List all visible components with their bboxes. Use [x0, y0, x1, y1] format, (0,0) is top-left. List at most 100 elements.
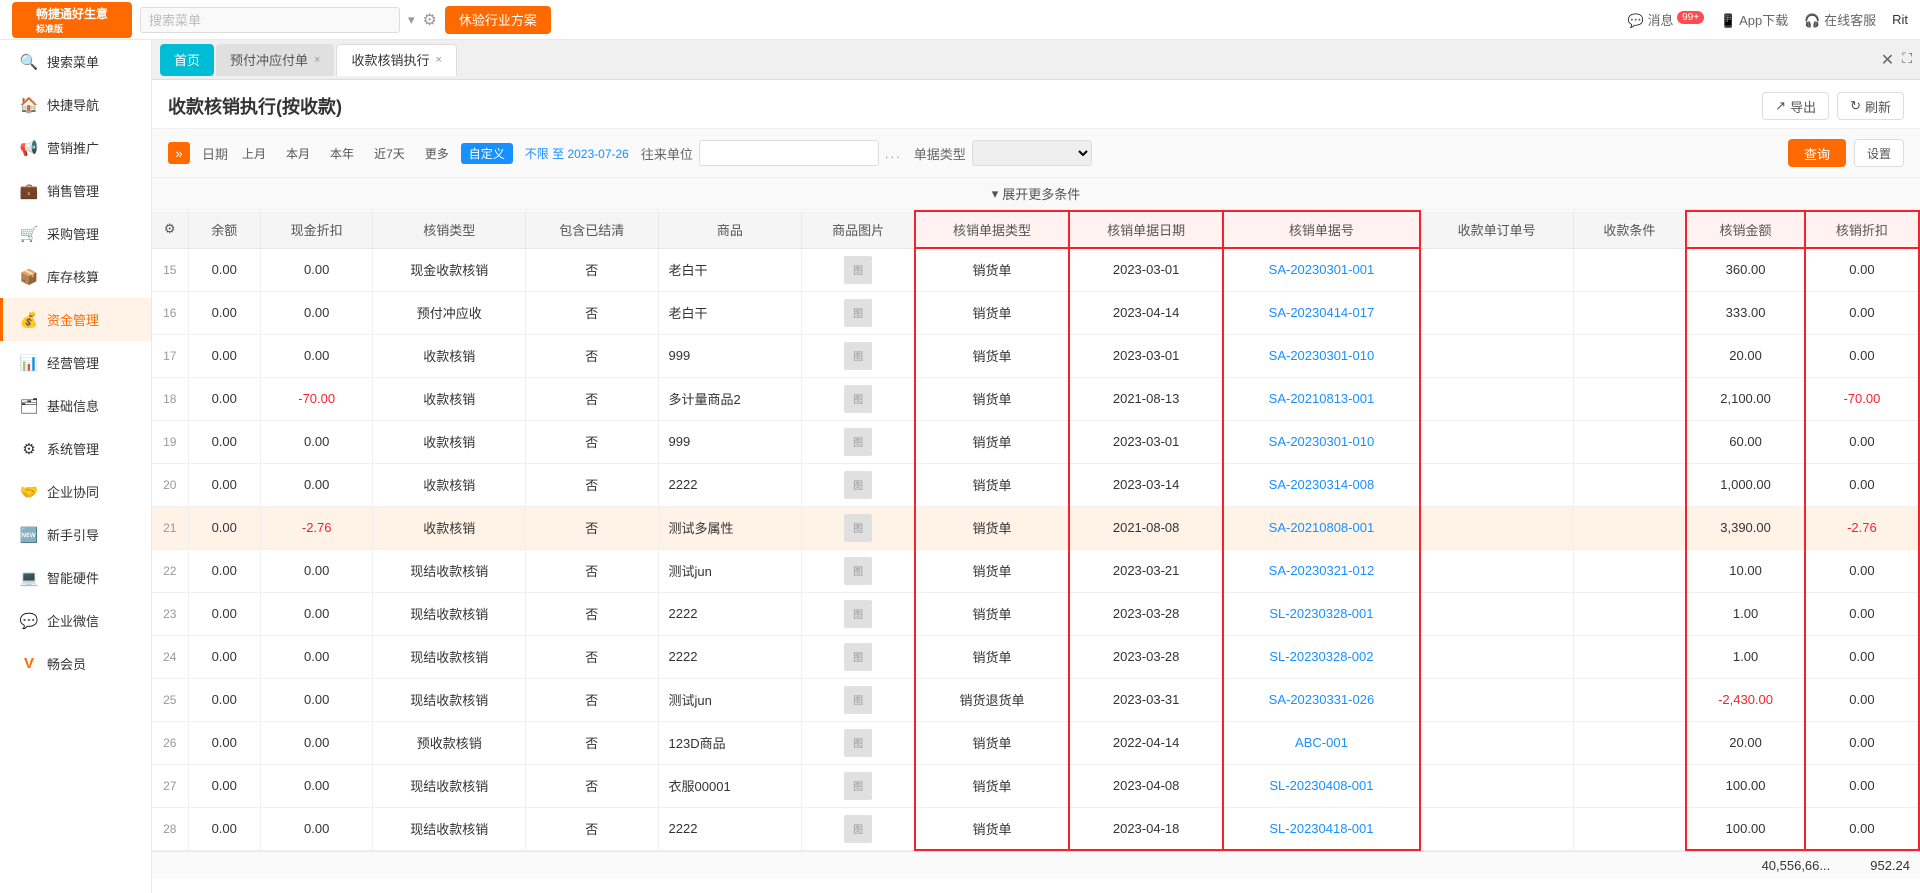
tag-this-month[interactable]: 本月 [278, 143, 318, 164]
filter-settings-button[interactable]: 设置 [1854, 139, 1904, 167]
bill-date-cell: 2023-03-28 [1069, 635, 1223, 678]
verify-discount-cell: 0.00 [1805, 807, 1919, 850]
query-button[interactable]: 查询 [1788, 139, 1846, 167]
bill-date-cell: 2023-03-31 [1069, 678, 1223, 721]
amount-cell: 100.00 [1686, 807, 1805, 850]
bill-no-cell[interactable]: SA-20230331-026 [1223, 678, 1420, 721]
discount-cell: 0.00 [260, 592, 373, 635]
app-download[interactable]: 📱 App下载 [1720, 10, 1788, 29]
bill-date-cell: 2023-04-08 [1069, 764, 1223, 807]
receipt-no-cell [1420, 635, 1573, 678]
user-name[interactable]: Rit [1892, 12, 1908, 27]
sidebar-item-shortcut[interactable]: 🏠 快捷导航 [0, 83, 151, 126]
message-area[interactable]: 💬 消息 99+ [1628, 10, 1704, 29]
tag-this-year[interactable]: 本年 [322, 143, 362, 164]
verify-discount-cell: 0.00 [1805, 420, 1919, 463]
sidebar-item-finance[interactable]: 💰 资金管理 [0, 298, 151, 341]
bill-no-cell[interactable]: SL-20230408-001 [1223, 764, 1420, 807]
col-receipt-no-header: 收款单订单号 [1420, 211, 1573, 248]
product-img-cell: 图 [802, 420, 915, 463]
bill-date-cell: 2021-08-08 [1069, 506, 1223, 549]
receipt-no-cell [1420, 807, 1573, 850]
layout: 🔍 搜索菜单 🏠 快捷导航 📢 营销推广 💼 销售管理 🛒 采购管理 📦 库存核… [0, 40, 1920, 893]
product-img-cell: 图 [802, 506, 915, 549]
tag-7days[interactable]: 近7天 [366, 143, 413, 164]
sidebar-item-wechat[interactable]: 💬 企业微信 [0, 599, 151, 642]
top-bar: 畅捷通好生意 标准版 搜索菜单 ▾ ⚙ 休验行业方案 💬 消息 99+ 📱 Ap… [0, 0, 1920, 40]
close-window-icon[interactable]: ✕ [1881, 50, 1894, 70]
refresh-button[interactable]: ↻ 刷新 [1837, 92, 1904, 120]
sidebar-item-basic[interactable]: 🗂 基础信息 [0, 384, 151, 427]
bill-no-cell[interactable]: SA-20230301-001 [1223, 248, 1420, 291]
tab-close-prepay[interactable]: × [314, 54, 320, 66]
product-cell: 衣服00001 [658, 764, 802, 807]
bill-no-cell[interactable]: SA-20210813-001 [1223, 377, 1420, 420]
settings-icon[interactable]: ⚙ [423, 10, 437, 30]
settled-cell: 否 [526, 635, 659, 678]
product-cell: 999 [658, 334, 802, 377]
tab-collection[interactable]: 收款核销执行 × [336, 44, 456, 76]
amount-cell: -2,430.00 [1686, 678, 1805, 721]
discount-cell: 0.00 [260, 291, 373, 334]
bill-no-cell[interactable]: SA-20230301-010 [1223, 420, 1420, 463]
balance-cell: 0.00 [188, 291, 260, 334]
industry-btn[interactable]: 休验行业方案 [445, 6, 551, 34]
sidebar-item-search[interactable]: 🔍 搜索菜单 [0, 40, 151, 83]
sidebar-item-system[interactable]: ⚙ 系统管理 [0, 427, 151, 470]
tag-custom[interactable]: 自定义 [461, 143, 513, 164]
col-settings-header[interactable]: ⚙ [152, 211, 188, 248]
verify-type-cell: 现结收款核销 [373, 549, 526, 592]
sidebar-item-purchase[interactable]: 🛒 采购管理 [0, 212, 151, 255]
sidebar-item-vip[interactable]: V 畅会员 [0, 642, 151, 685]
bill-no-cell[interactable]: SL-20230328-001 [1223, 592, 1420, 635]
bill-type-select[interactable] [972, 140, 1092, 166]
bill-no-cell[interactable]: SA-20210808-001 [1223, 506, 1420, 549]
sidebar-item-inventory[interactable]: 📦 库存核算 [0, 255, 151, 298]
sidebar-item-marketing[interactable]: 📢 营销推广 [0, 126, 151, 169]
verify-discount-cell: 0.00 [1805, 592, 1919, 635]
bill-date-cell: 2023-03-14 [1069, 463, 1223, 506]
tab-close-collection[interactable]: × [435, 54, 441, 66]
bill-no-cell[interactable]: SA-20230314-008 [1223, 463, 1420, 506]
sidebar-item-hardware[interactable]: 💻 智能硬件 [0, 556, 151, 599]
filter-actions: 查询 设置 [1788, 139, 1904, 167]
expand-more-btn[interactable]: ▾ 展开更多条件 [992, 184, 1081, 203]
sidebar-item-operation[interactable]: 📊 经营管理 [0, 341, 151, 384]
tab-prepay[interactable]: 预付冲应付单 × [216, 44, 334, 76]
maximize-icon[interactable]: ⛶ [1902, 50, 1912, 70]
amount-total: 40,556,66... [1762, 858, 1831, 873]
online-service[interactable]: 🎧 在线客服 [1804, 10, 1876, 29]
main-area: 首页 预付冲应付单 × 收款核销执行 × ✕ ⛶ 收款核销执行(按收款) [152, 40, 1920, 893]
tab-home[interactable]: 首页 [160, 44, 214, 76]
bill-type-cell: 销货单 [915, 463, 1069, 506]
partner-input[interactable] [699, 140, 879, 166]
discount-cell: 0.00 [260, 678, 373, 721]
export-button[interactable]: ↗ 导出 [1762, 92, 1829, 120]
bill-no-cell[interactable]: SA-20230321-012 [1223, 549, 1420, 592]
sidebar-item-sales[interactable]: 💼 销售管理 [0, 169, 151, 212]
bill-date-cell: 2023-03-28 [1069, 592, 1223, 635]
tag-more[interactable]: 更多 [417, 143, 457, 164]
bill-no-cell[interactable]: SA-20230301-010 [1223, 334, 1420, 377]
table-row: 28 0.00 0.00 现结收款核销 否 2222 图 销货单 2023-04… [152, 807, 1919, 850]
bill-date-cell: 2021-08-13 [1069, 377, 1223, 420]
verify-discount-cell: 0.00 [1805, 463, 1919, 506]
product-cell: 测试jun [658, 678, 802, 721]
bill-no-cell[interactable]: SA-20230414-017 [1223, 291, 1420, 334]
expand-more-bar: ▾ 展开更多条件 [152, 178, 1920, 210]
sidebar-item-guide[interactable]: 🆕 新手引导 [0, 513, 151, 556]
verify-discount-cell: 0.00 [1805, 764, 1919, 807]
verify-type-cell: 现结收款核销 [373, 764, 526, 807]
bill-no-cell[interactable]: SL-20230328-002 [1223, 635, 1420, 678]
tag-last-month[interactable]: 上月 [234, 143, 274, 164]
dropdown-icon[interactable]: ▾ [408, 12, 415, 28]
table-container[interactable]: ⚙ 余额 现金折扣 核销类型 包含已结清 商品 商品图片 核销单据类型 核销单据… [152, 210, 1920, 893]
receipt-cond-cell [1573, 291, 1686, 334]
table-row: 23 0.00 0.00 现结收款核销 否 2222 图 销货单 2023-03… [152, 592, 1919, 635]
sidebar-item-corp[interactable]: 🤝 企业协同 [0, 470, 151, 513]
bill-no-cell[interactable]: SL-20230418-001 [1223, 807, 1420, 850]
row-num: 15 [152, 248, 188, 291]
bill-no-cell[interactable]: ABC-001 [1223, 721, 1420, 764]
amount-cell: 20.00 [1686, 334, 1805, 377]
filter-toggle-btn[interactable]: » [168, 142, 190, 164]
